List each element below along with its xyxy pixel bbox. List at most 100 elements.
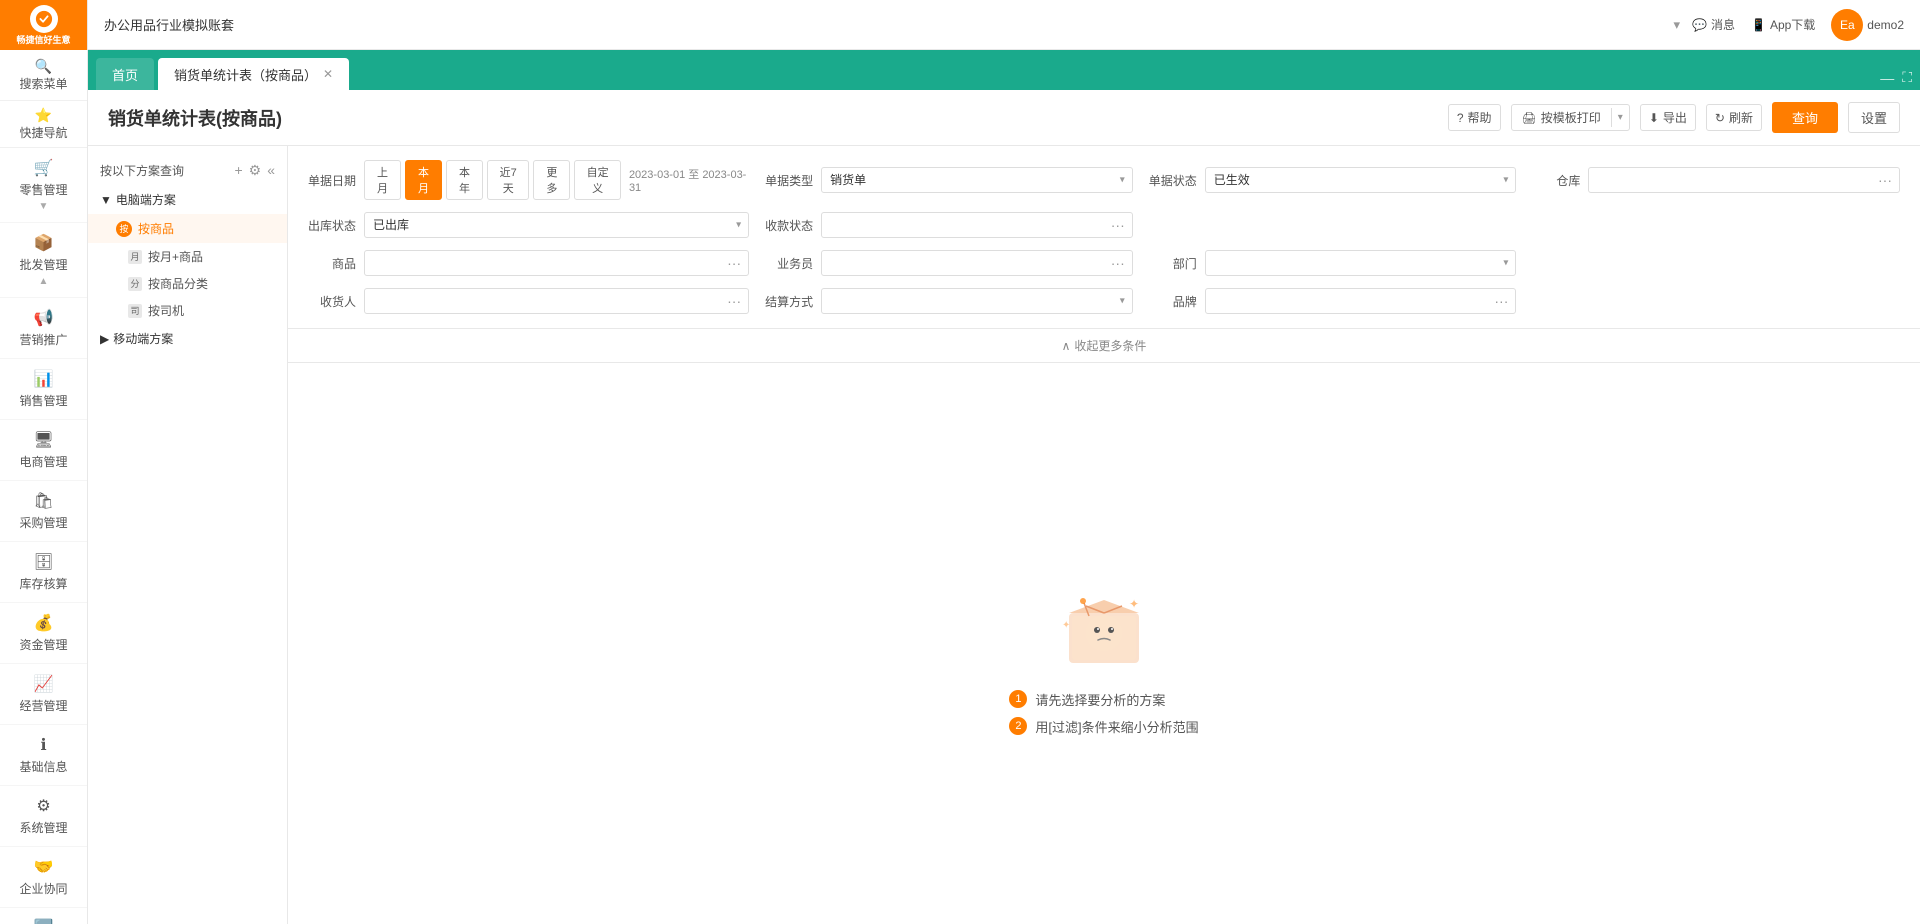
inventory-icon: 🗄 xyxy=(33,552,53,572)
topbar-message[interactable]: 💬 消息 xyxy=(1692,16,1735,33)
tab-home-label: 首页 xyxy=(112,65,138,84)
topbar-user[interactable]: Ea demo2 xyxy=(1831,9,1904,41)
recipient-control: ··· xyxy=(364,288,749,314)
doc-type-select[interactable]: 销货单 xyxy=(821,167,1133,193)
brand-input[interactable] xyxy=(1205,288,1517,314)
tree-item-by-goods[interactable]: 按 按商品 xyxy=(88,214,287,243)
goods-dots-button[interactable]: ··· xyxy=(727,255,741,271)
by-goods-category-icon: 分 xyxy=(128,277,142,291)
out-status-select[interactable]: 已出库 xyxy=(364,212,749,238)
tab-home[interactable]: 首页 xyxy=(96,58,154,90)
recipient-dots-button[interactable]: ··· xyxy=(727,293,741,309)
sidebar-item-ecommerce-label: 电商管理 xyxy=(19,453,67,470)
topbar-dropdown-arrow[interactable]: ▾ xyxy=(1673,17,1680,33)
sidebar-item-sales[interactable]: 📊 销售管理 xyxy=(0,359,87,420)
settlement-select[interactable] xyxy=(821,288,1133,314)
filter-field-settlement: 结算方式 ▾ xyxy=(765,288,1133,314)
quick-nav-item[interactable]: ⭐ 快捷导航 xyxy=(0,101,87,148)
goods-input[interactable] xyxy=(364,250,749,276)
svg-text:✦: ✦ xyxy=(1062,620,1070,631)
ecommerce-icon: 🖥 xyxy=(33,430,53,450)
query-button[interactable]: 查询 xyxy=(1772,102,1838,133)
warehouse-input[interactable] xyxy=(1588,167,1900,193)
sidebar-item-purchase[interactable]: 🛍 采购管理 xyxy=(0,481,87,542)
tree-item-by-month-goods[interactable]: 月 按月+商品 xyxy=(88,243,287,270)
print-dropdown-arrow[interactable]: ▾ xyxy=(1611,108,1629,127)
by-goods-label: 按商品 xyxy=(138,220,174,237)
tab-minimize-button[interactable]: — xyxy=(1880,70,1894,86)
date-tab-last-7-days[interactable]: 近7天 xyxy=(487,160,529,200)
app-download-icon: 📱 xyxy=(1751,18,1766,32)
sidebar-item-finance-label: 资金管理 xyxy=(19,636,67,653)
message-icon: 💬 xyxy=(1692,18,1707,32)
svg-text:✦: ✦ xyxy=(1129,597,1139,611)
sidebar-item-guide[interactable]: 🆕 新手引导 xyxy=(0,908,87,924)
empty-tips: 1 请先选择要分析的方案 2 用[过滤]条件来缩小分析范围 xyxy=(1009,690,1198,736)
brand-control: ··· xyxy=(1205,288,1517,314)
search-menu-label: 搜索菜单 xyxy=(6,75,81,92)
export-button[interactable]: ⬇ 导出 xyxy=(1640,104,1696,131)
date-tab-more[interactable]: 更多 xyxy=(533,160,570,200)
warehouse-control: ··· xyxy=(1588,167,1900,193)
desktop-group-label: 电脑端方案 xyxy=(116,191,176,208)
filter-field-warehouse: 仓库 ··· xyxy=(1532,167,1900,193)
salesman-input[interactable] xyxy=(821,250,1133,276)
recipient-input[interactable] xyxy=(364,288,749,314)
guide-icon: 🆕 xyxy=(34,918,54,924)
tab-close-button[interactable]: ✕ xyxy=(323,68,333,80)
tab-sales-stats[interactable]: 销货单统计表（按商品） ✕ xyxy=(158,58,349,90)
filter-field-date: 单据日期 上月 本月 本年 近7天 更多 自定义 20 xyxy=(308,160,749,200)
marketing-icon: 📢 xyxy=(34,308,54,328)
filter-row-4: 收货人 ··· 结算方式 xyxy=(308,288,1900,314)
date-tab-this-month[interactable]: 本月 xyxy=(405,160,442,200)
sidebar-item-retail[interactable]: 🛒 零售管理 ▼ xyxy=(0,148,87,223)
department-control: ▾ xyxy=(1205,250,1517,276)
sidebar-item-finance[interactable]: 💰 资金管理 xyxy=(0,603,87,664)
topbar: 办公用品行业模拟账套 ▾ 💬 消息 📱 App下载 Ea demo2 xyxy=(88,0,1920,50)
collapse-button[interactable]: ∧ 收起更多条件 xyxy=(1062,337,1147,354)
salesman-dots-button[interactable]: ··· xyxy=(1111,255,1125,271)
by-month-goods-icon: 月 xyxy=(128,250,142,264)
tab-maximize-button[interactable]: ⛶ xyxy=(1902,69,1912,86)
sidebar-item-ecommerce[interactable]: 🖥 电商管理 xyxy=(0,420,87,481)
sidebar-item-system[interactable]: ⚙ 系统管理 xyxy=(0,786,87,847)
page-header: 销货单统计表(按商品) ? 帮助 🖨 按模板打印 ▾ ⬇ 导出 xyxy=(88,90,1920,146)
wholesale-expand-icon: ▲ xyxy=(39,276,49,287)
sidebar-item-operations[interactable]: 📈 经营管理 xyxy=(0,664,87,725)
warehouse-dots-button[interactable]: ··· xyxy=(1878,172,1892,188)
brand-dots-button[interactable]: ··· xyxy=(1494,293,1508,309)
print-icon: 🖨 xyxy=(1522,111,1537,125)
settings-button[interactable]: 设置 xyxy=(1848,102,1900,133)
sidebar-item-enterprise[interactable]: 🤝 企业协同 xyxy=(0,847,87,908)
date-tab-custom[interactable]: 自定义 xyxy=(574,160,621,200)
refresh-button[interactable]: ↻ 刷新 xyxy=(1706,104,1762,131)
date-tab-last-month[interactable]: 上月 xyxy=(364,160,401,200)
receipt-status-input[interactable] xyxy=(821,212,1133,238)
print-label: 按模板打印 xyxy=(1541,109,1601,126)
receipt-status-control: ··· xyxy=(821,212,1133,238)
tree-item-by-goods-category[interactable]: 分 按商品分类 xyxy=(88,270,287,297)
tree-group-desktop[interactable]: ▼ 电脑端方案 xyxy=(88,185,287,214)
sidebar-item-basic[interactable]: ℹ 基础信息 xyxy=(0,725,87,786)
goods-control: ··· xyxy=(364,250,749,276)
doc-type-control: 销货单 ▾ xyxy=(821,167,1133,193)
help-button[interactable]: ? 帮助 xyxy=(1448,104,1501,131)
topbar-title: 办公用品行业模拟账套 xyxy=(104,15,1661,34)
tree-item-by-cashier[interactable]: 司 按司机 xyxy=(88,297,287,324)
collapse-panel-button[interactable]: « xyxy=(267,162,275,179)
print-button[interactable]: 🖨 按模板打印 xyxy=(1512,105,1611,130)
topbar-app-download[interactable]: 📱 App下载 xyxy=(1751,16,1815,33)
search-menu-item[interactable]: 🔍 搜索菜单 xyxy=(0,50,87,101)
sidebar-item-marketing[interactable]: 📢 营销推广 xyxy=(0,298,87,359)
sidebar-item-wholesale[interactable]: 📦 批发管理 ▲ xyxy=(0,223,87,298)
date-tab-this-year[interactable]: 本年 xyxy=(446,160,483,200)
receipt-status-dots-button[interactable]: ··· xyxy=(1111,217,1125,233)
add-plan-button[interactable]: + xyxy=(234,162,242,179)
doc-status-select[interactable]: 已生效 xyxy=(1205,167,1517,193)
filter-field-receipt-status: 收款状态 ··· xyxy=(765,212,1133,238)
department-select[interactable] xyxy=(1205,250,1517,276)
sidebar-item-inventory[interactable]: 🗄 库存核算 xyxy=(0,542,87,603)
settings-plan-button[interactable]: ⚙ xyxy=(249,162,262,179)
tree-group-mobile[interactable]: ▶ 移动端方案 xyxy=(88,324,287,353)
sidebar-logo[interactable]: 畅捷信好生意 xyxy=(0,0,87,50)
